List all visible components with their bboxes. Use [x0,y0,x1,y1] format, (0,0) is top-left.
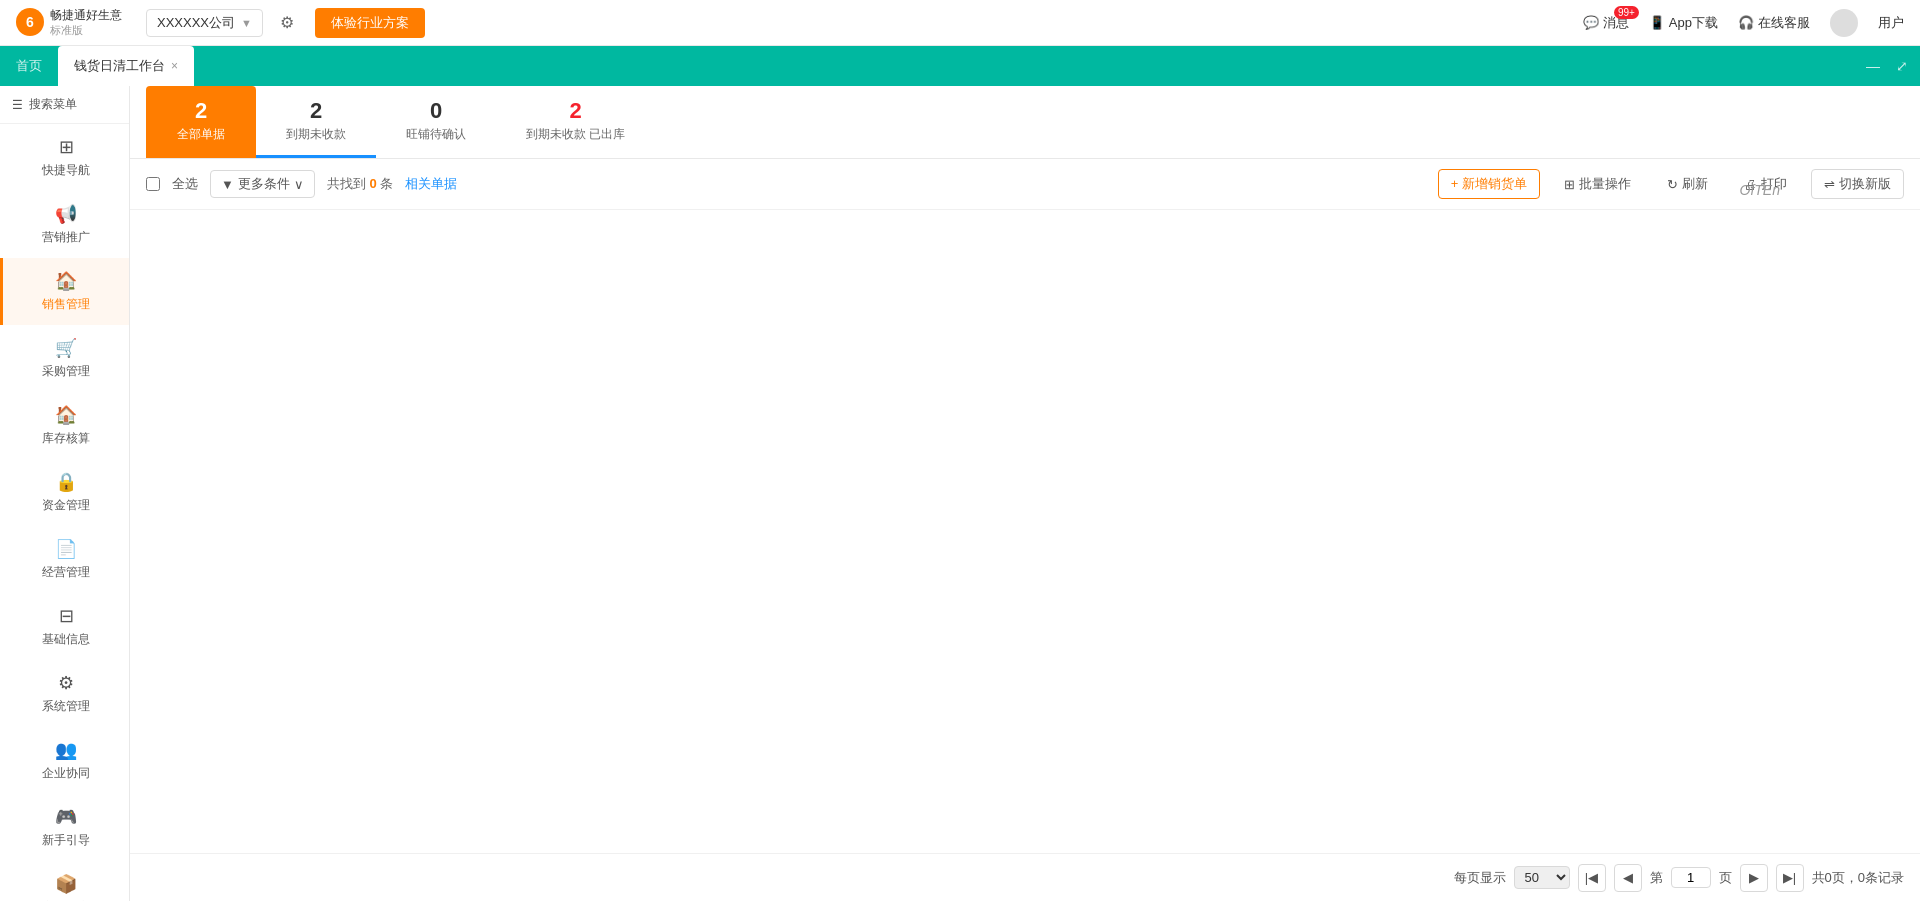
app-download-button[interactable]: 📱 App下载 [1649,14,1718,32]
page-number-input[interactable] [1671,867,1711,888]
sidebar-item-purchase[interactable]: 🛒 采购管理 [0,325,129,392]
table-area [130,210,1920,853]
stats-tabs: 2 全部单据 2 到期未收款 0 旺铺待确认 2 到期未收款 已出库 [130,86,1920,159]
company-selector[interactable]: XXXXXX公司 ▼ [146,9,263,37]
chevron-down-icon: ▼ [241,17,252,29]
sidebar-item-quick-nav[interactable]: ⊞ 快捷导航 [0,124,129,191]
stat-tab-overdue[interactable]: 2 到期未收款 [256,86,376,158]
stat-tab-wangpu[interactable]: 0 旺铺待确认 [376,86,496,158]
pagination: 每页显示 50 10 20 100 |◀ ◀ 第 页 ▶ ▶| 共0页，0条记录 [130,853,1920,901]
page-size-select[interactable]: 50 10 20 100 [1514,866,1570,889]
system-icon: ⚙ [55,672,77,694]
chevron-down-icon: ∨ [294,177,304,192]
app-download-icon: 📱 [1649,15,1665,30]
sidebar-item-enterprise[interactable]: 👥 企业协同 [0,727,129,794]
minimize-icon[interactable]: — [1862,54,1884,78]
first-page-button[interactable]: |◀ [1578,864,1606,892]
sidebar-item-basic-info[interactable]: ⊟ 基础信息 [0,593,129,660]
operations-icon: 📄 [55,538,77,560]
content-area: 2 全部单据 2 到期未收款 0 旺铺待确认 2 到期未收款 已出库 [130,86,1920,901]
message-badge: 99+ [1614,6,1639,19]
toolbar: 全选 ▼ 更多条件 ∨ 共找到 0 条 相关单据 + 新增销货单 [130,159,1920,210]
last-page-button[interactable]: ▶| [1776,864,1804,892]
logo-text: 畅捷通好生意 标准版 [50,8,122,38]
sidebar-item-sales[interactable]: 🏠 销售管理 [0,258,129,325]
sales-icon: 🏠 [55,270,77,292]
toolbar-left: 全选 ▼ 更多条件 ∨ 共找到 0 条 相关单据 [146,170,1426,198]
close-tab-icon[interactable]: × [171,59,178,73]
tab-home[interactable]: 首页 [0,46,58,86]
finance-icon: 🔒 [55,471,77,493]
filter-icon: ▼ [221,177,234,192]
total-records: 共0页，0条记录 [1812,869,1904,887]
sidebar-item-system[interactable]: ⚙ 系统管理 [0,660,129,727]
select-all-checkbox[interactable] [146,177,160,191]
sidebar-item-app-center[interactable]: 📦 应用中心 [0,861,129,901]
batch-icon: ⊞ [1564,177,1575,192]
sidebar-item-marketing[interactable]: 📢 营销推广 [0,191,129,258]
avatar[interactable] [1830,9,1858,37]
quick-nav-icon: ⊞ [55,136,77,158]
menu-icon: ☰ [12,98,23,112]
toolbar-right: + 新增销货单 ⊞ 批量操作 ↻ 刷新 🖨 打印 ⇌ [1438,169,1904,199]
refresh-button[interactable]: ↻ 刷新 [1655,170,1720,198]
sidebar-item-beginner[interactable]: 🎮 新手引导 [0,794,129,861]
switch-icon: ⇌ [1824,177,1835,192]
user-name[interactable]: 用户 [1878,14,1904,32]
main-layout: ☰ 搜索菜单 ⊞ 快捷导航 📢 营销推广 🏠 销售管理 🛒 采购管理 🏠 库存核… [0,86,1920,901]
batch-action-button[interactable]: ⊞ 批量操作 [1552,170,1643,198]
sidebar-item-finance[interactable]: 🔒 资金管理 [0,459,129,526]
related-records-link[interactable]: 相关单据 [405,175,457,193]
header-right: 💬 消息 99+ 📱 App下载 🎧 在线客服 用户 [1583,9,1904,37]
app-center-icon: 📦 [55,873,77,895]
settings-icon-button[interactable]: ⚙ [271,7,303,39]
purchase-icon: 🛒 [55,337,77,359]
expand-icon[interactable]: ⤢ [1892,54,1912,78]
found-count: 0 [370,176,377,191]
basic-info-icon: ⊟ [55,605,77,627]
switch-version-button[interactable]: ⇌ 切换新版 [1811,169,1904,199]
filter-button[interactable]: ▼ 更多条件 ∨ [210,170,315,198]
sidebar-item-inventory[interactable]: 🏠 库存核算 [0,392,129,459]
online-service-button[interactable]: 🎧 在线客服 [1738,14,1810,32]
tab-work-bench[interactable]: 钱货日清工作台 × [58,46,194,86]
logo-area: 6 畅捷通好生意 标准版 [16,8,146,38]
message-button[interactable]: 💬 消息 99+ [1583,14,1629,32]
sidebar: ☰ 搜索菜单 ⊞ 快捷导航 📢 营销推广 🏠 销售管理 🛒 采购管理 🏠 库存核… [0,86,130,901]
tab-bar: 首页 钱货日清工作台 × — ⤢ [0,46,1920,86]
message-icon: 💬 [1583,15,1599,30]
refresh-icon: ↻ [1667,177,1678,192]
inventory-icon: 🏠 [55,404,77,426]
add-sale-order-button[interactable]: + 新增销货单 [1438,169,1540,199]
sidebar-search[interactable]: ☰ 搜索菜单 [0,86,129,124]
logo-icon: 6 [16,8,44,36]
sidebar-item-operations[interactable]: 📄 经营管理 [0,526,129,593]
top-header: 6 畅捷通好生意 标准版 XXXXXX公司 ▼ ⚙ 体验行业方案 💬 消息 99… [0,0,1920,46]
often-label: OfTEn [1740,182,1780,198]
stat-tab-shipped[interactable]: 2 到期未收款 已出库 [496,86,655,158]
found-text: 共找到 0 条 [327,175,393,193]
prev-page-button[interactable]: ◀ [1614,864,1642,892]
marketing-icon: 📢 [55,203,77,225]
service-icon: 🎧 [1738,15,1754,30]
beginner-icon: 🎮 [55,806,77,828]
next-page-button[interactable]: ▶ [1740,864,1768,892]
tab-actions: — ⤢ [1862,54,1920,78]
content-inner: 2 全部单据 2 到期未收款 0 旺铺待确认 2 到期未收款 已出库 [130,86,1920,901]
stat-tab-all[interactable]: 2 全部单据 [146,86,256,158]
enterprise-icon: 👥 [55,739,77,761]
trial-button[interactable]: 体验行业方案 [315,8,425,38]
